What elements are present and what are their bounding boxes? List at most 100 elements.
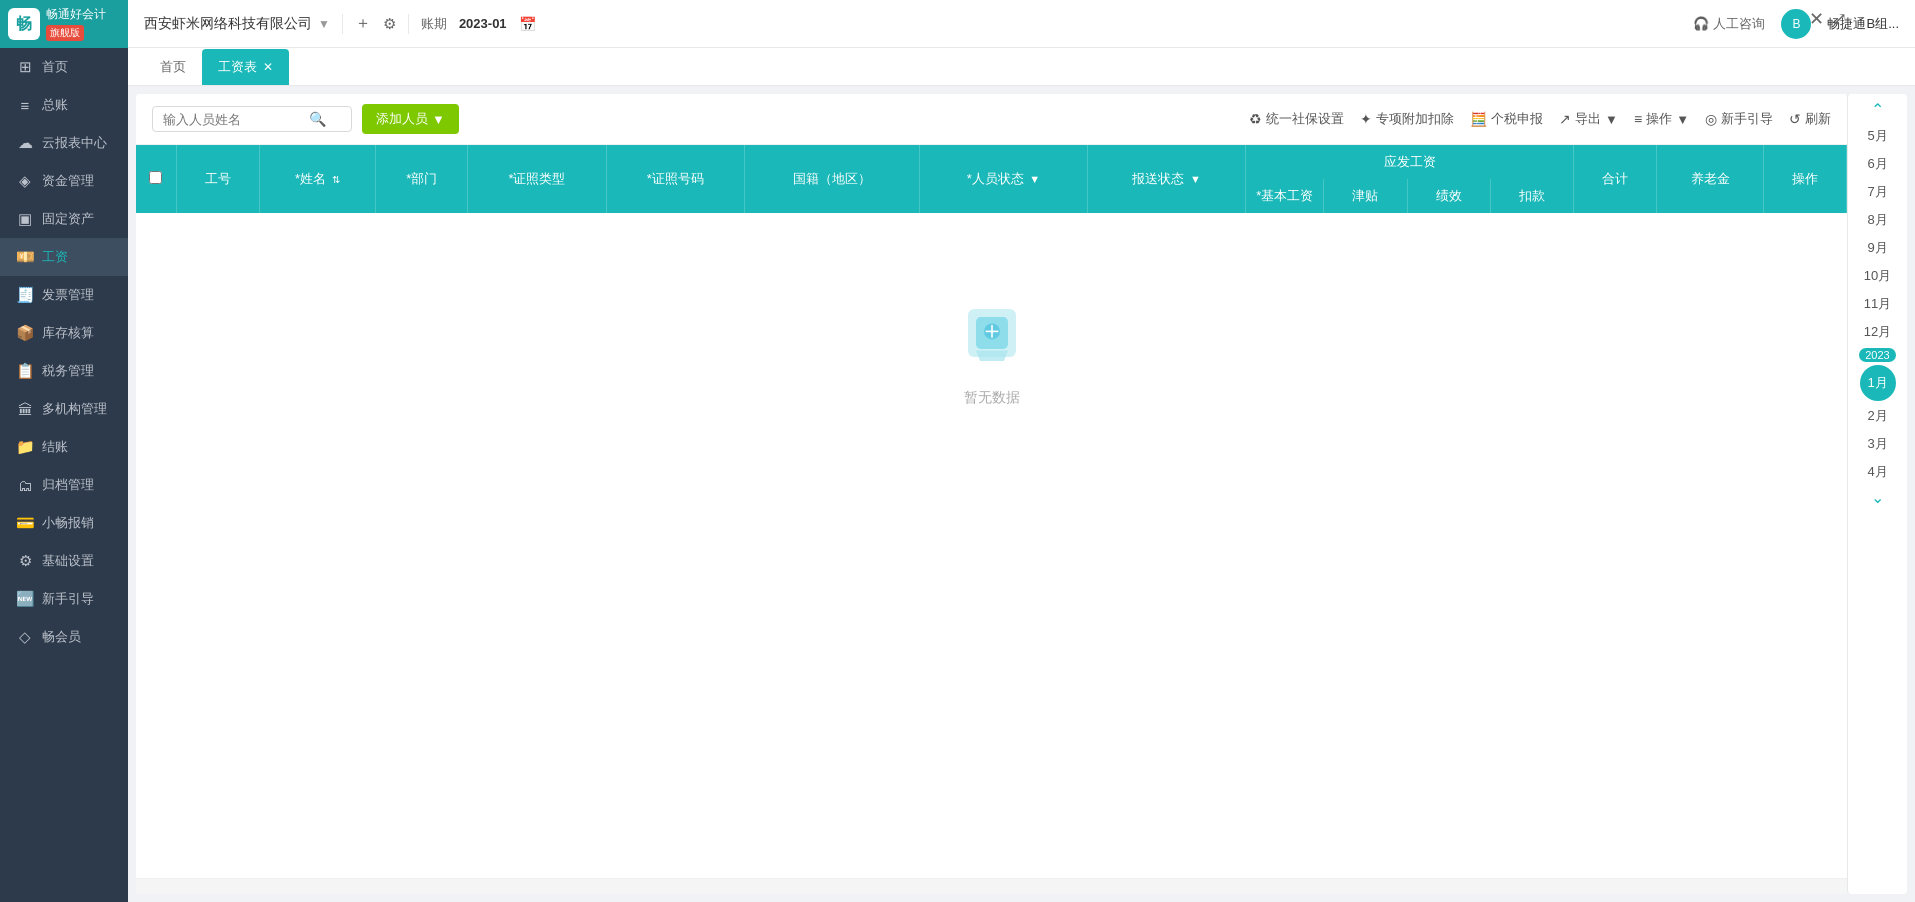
- multi-icon: 🏛: [16, 401, 34, 418]
- month-up-button[interactable]: ⌃: [1867, 98, 1888, 122]
- sidebar-item-label: 结账: [42, 438, 68, 456]
- user-avatar: B: [1781, 9, 1811, 39]
- dropdown-icon: ▼: [432, 112, 445, 127]
- funds-icon: ◈: [16, 172, 34, 190]
- topbar: 西安虾米网络科技有限公司 ▼ ＋ ⚙ 账期 2023-01 📅 🎧 人工咨询 B…: [128, 0, 1915, 48]
- sidebar-item-inventory[interactable]: 📦 库存核算: [0, 314, 128, 352]
- tax-report-button[interactable]: 🧮 个税申报: [1470, 110, 1543, 128]
- refresh-button[interactable]: ↺ 刷新: [1789, 110, 1831, 128]
- month-12[interactable]: 12月: [1848, 318, 1907, 346]
- tab-home[interactable]: 首页: [144, 49, 202, 85]
- operate-button[interactable]: ≡ 操作 ▼: [1634, 110, 1689, 128]
- add-person-button[interactable]: 添加人员 ▼: [362, 104, 459, 134]
- sidebar-item-cloud[interactable]: ☁ 云报表中心: [0, 124, 128, 162]
- th-dept: *部门: [376, 145, 468, 213]
- tab-home-label: 首页: [160, 58, 186, 76]
- toolbar-actions: ♻ 统一社保设置 ✦ 专项附加扣除 🧮 个税申报 ↗ 导出 ▼: [1249, 110, 1831, 128]
- filter-icon2[interactable]: ▼: [1190, 173, 1201, 185]
- sidebar-item-funds[interactable]: ◈ 资金管理: [0, 162, 128, 200]
- month-1[interactable]: 1月: [1860, 365, 1896, 401]
- sidebar-item-home[interactable]: ⊞ 首页: [0, 48, 128, 86]
- new-guide-label: 新手引导: [1721, 110, 1773, 128]
- sidebar-item-settings[interactable]: ⚙ 基础设置: [0, 542, 128, 580]
- export-label: 导出: [1575, 110, 1601, 128]
- tab-salary[interactable]: 工资表 ✕: [202, 49, 289, 85]
- tax-report-icon: 🧮: [1470, 111, 1487, 127]
- inventory-icon: 📦: [16, 324, 34, 342]
- export-dropdown-icon: ▼: [1605, 112, 1618, 127]
- sidebar-item-assets[interactable]: ▣ 固定资产: [0, 200, 128, 238]
- empty-text: 暂无数据: [964, 389, 1020, 407]
- period-label: 账期: [421, 15, 447, 33]
- support-button[interactable]: 🎧 人工咨询: [1693, 15, 1765, 33]
- search-input[interactable]: [163, 112, 303, 127]
- sidebar-item-salary[interactable]: 💴 工资: [0, 238, 128, 276]
- special-deduction-button[interactable]: ✦ 专项附加扣除: [1360, 110, 1454, 128]
- sidebar-item-closing[interactable]: 📁 结账: [0, 428, 128, 466]
- calendar-icon[interactable]: 📅: [519, 16, 536, 32]
- th-report-status: 报送状态 ▼: [1087, 145, 1246, 213]
- add-company-button[interactable]: ＋: [355, 13, 371, 34]
- special-label: 专项附加扣除: [1376, 110, 1454, 128]
- logo-title: 畅通好会计: [46, 7, 106, 23]
- month-9[interactable]: 9月: [1848, 234, 1907, 262]
- ledger-icon: ≡: [16, 97, 34, 114]
- select-all-checkbox[interactable]: [149, 171, 162, 184]
- month-down-button[interactable]: ⌄: [1867, 486, 1888, 510]
- new-guide-button[interactable]: ◎ 新手引导: [1705, 110, 1773, 128]
- month-8[interactable]: 8月: [1848, 206, 1907, 234]
- window-controls: ✕ ⤢: [1809, 8, 1847, 30]
- company-selector[interactable]: 西安虾米网络科技有限公司 ▼: [144, 15, 330, 33]
- month-3[interactable]: 3月: [1848, 430, 1907, 458]
- month-5[interactable]: 5月: [1848, 122, 1907, 150]
- sidebar-item-label: 小畅报销: [42, 514, 94, 532]
- export-button[interactable]: ↗ 导出 ▼: [1559, 110, 1618, 128]
- sidebar-item-multi[interactable]: 🏛 多机构管理: [0, 390, 128, 428]
- sidebar-item-label: 畅会员: [42, 628, 81, 646]
- sidebar-item-label: 新手引导: [42, 590, 94, 608]
- empty-icon: [952, 293, 1032, 373]
- sidebar-item-expense[interactable]: 💳 小畅报销: [0, 504, 128, 542]
- month-panel: ⌃ 5月 6月 7月 8月 9月 10月 11月 12月: [1847, 94, 1907, 894]
- sidebar-item-label: 总账: [42, 96, 68, 114]
- sidebar-item-tax[interactable]: 📋 税务管理: [0, 352, 128, 390]
- sidebar-item-label: 资金管理: [42, 172, 94, 190]
- expand-panel-button[interactable]: ⤢: [1832, 8, 1847, 30]
- th-operation: 操作: [1763, 145, 1846, 213]
- sidebar-item-invoice[interactable]: 🧾 发票管理: [0, 276, 128, 314]
- search-icon: 🔍: [309, 111, 326, 127]
- expense-icon: 💳: [16, 514, 34, 532]
- sidebar-item-label: 固定资产: [42, 210, 94, 228]
- headset-icon: 🎧: [1693, 16, 1709, 31]
- th-idtype: *证照类型: [468, 145, 606, 213]
- chevron-down-icon: ▼: [318, 17, 330, 31]
- settings-button[interactable]: ⚙: [383, 15, 396, 33]
- operate-dropdown-icon: ▼: [1676, 112, 1689, 127]
- th-status: *人员状态 ▼: [920, 145, 1088, 213]
- sidebar-item-label: 云报表中心: [42, 134, 107, 152]
- settings-icon: ⚙: [16, 552, 34, 570]
- sidebar-item-ledger[interactable]: ≡ 总账: [0, 86, 128, 124]
- social-label: 统一社保设置: [1266, 110, 1344, 128]
- divider: [342, 14, 343, 34]
- operate-icon: ≡: [1634, 111, 1642, 127]
- sidebar-item-label: 税务管理: [42, 362, 94, 380]
- tab-bar: 首页 工资表 ✕: [128, 48, 1915, 86]
- month-6[interactable]: 6月: [1848, 150, 1907, 178]
- month-4[interactable]: 4月: [1848, 458, 1907, 486]
- month-11[interactable]: 11月: [1848, 290, 1907, 318]
- month-10[interactable]: 10月: [1848, 262, 1907, 290]
- close-panel-button[interactable]: ✕: [1809, 8, 1824, 30]
- filter-icon[interactable]: ▼: [1029, 173, 1040, 185]
- sidebar-item-archive[interactable]: 🗂 归档管理: [0, 466, 128, 504]
- th-pension: 养老金: [1657, 145, 1763, 213]
- sidebar-item-guide[interactable]: 🆕 新手引导: [0, 580, 128, 618]
- sidebar-item-label: 库存核算: [42, 324, 94, 342]
- month-7[interactable]: 7月: [1848, 178, 1907, 206]
- scroll-area[interactable]: [136, 878, 1847, 894]
- social-settings-button[interactable]: ♻ 统一社保设置: [1249, 110, 1344, 128]
- close-icon[interactable]: ✕: [263, 60, 273, 74]
- sidebar-item-member[interactable]: ◇ 畅会员: [0, 618, 128, 656]
- month-2[interactable]: 2月: [1848, 402, 1907, 430]
- sidebar-item-label: 首页: [42, 58, 68, 76]
